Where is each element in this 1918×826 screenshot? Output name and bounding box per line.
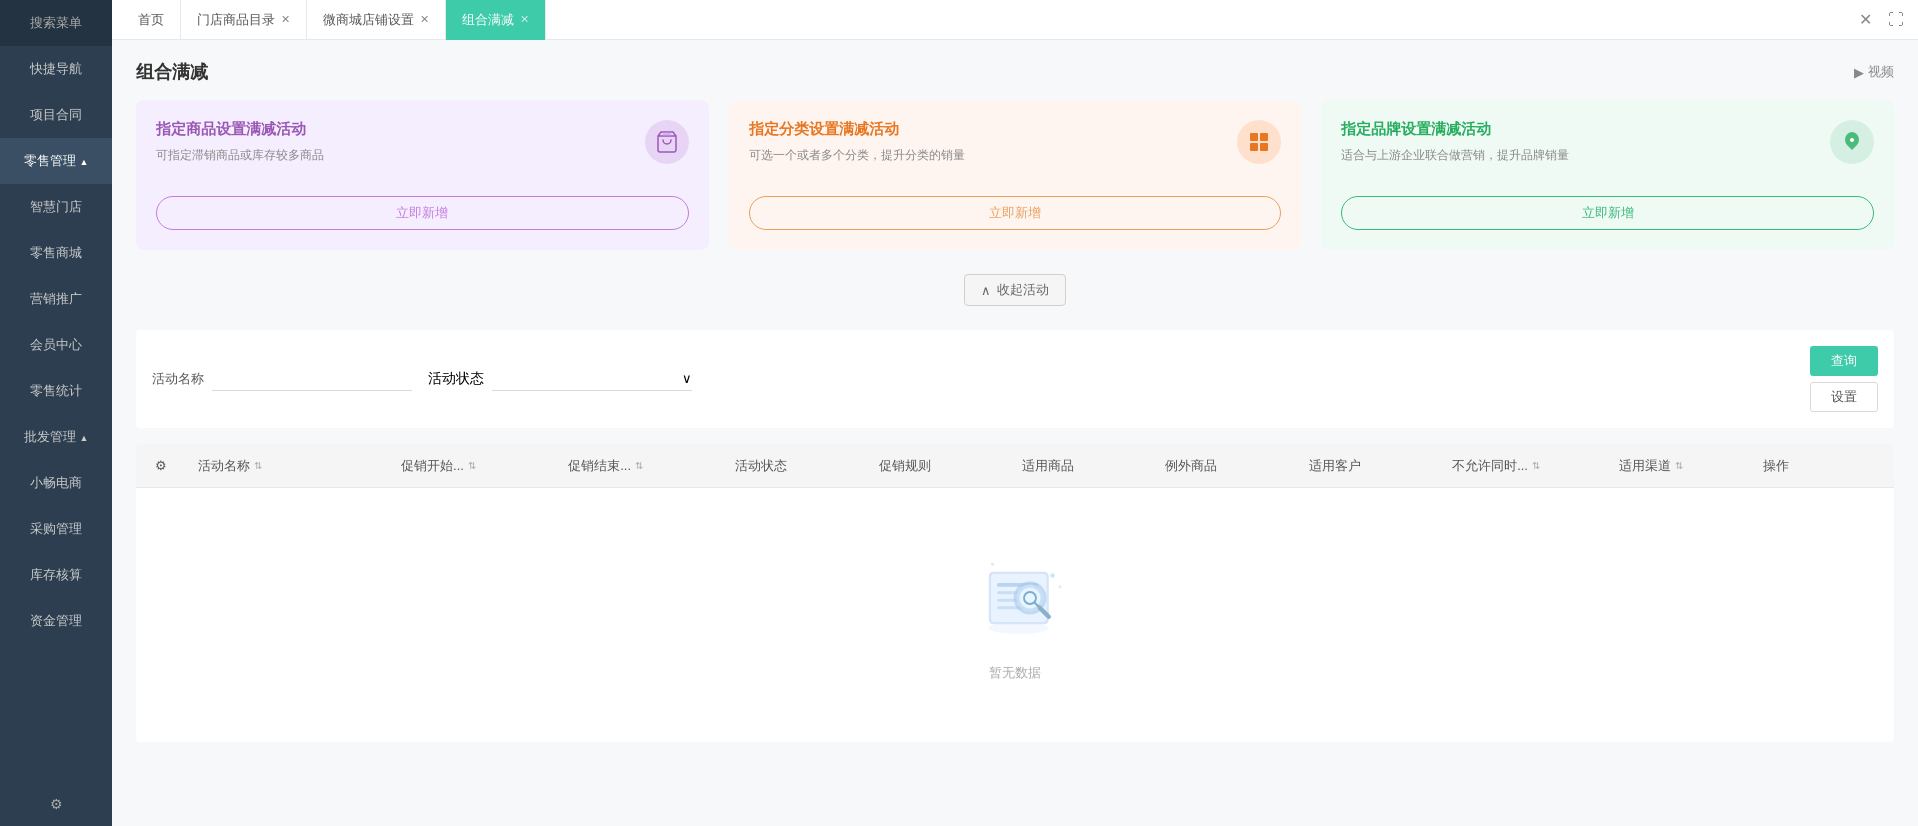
th-applicable-customer: 适用客户 [1297,457,1440,475]
th-settings[interactable]: ⚙ [136,458,186,473]
th-activity-name[interactable]: 活动名称 ⇅ [186,457,389,475]
table-header: ⚙ 活动名称 ⇅ 促销开始... ⇅ 促销结束... ⇅ 活动状态 [136,444,1894,488]
close-window-button[interactable]: ✕ [1855,6,1876,33]
sort-icon-start: ⇅ [468,460,476,471]
goods-card-icon [645,120,689,164]
settings-button[interactable]: 设置 [1810,382,1878,412]
th-promo-rule: 促销规则 [867,457,1010,475]
brand-card-icon [1830,120,1874,164]
th-not-allow-simultaneous[interactable]: 不允许同时... ⇅ [1440,457,1607,475]
sidebar-settings[interactable]: ⚙ [0,782,112,826]
video-link[interactable]: ▶ 视频 [1854,63,1894,81]
sidebar-item-retail-management[interactable]: 零售管理 [0,138,112,184]
tab-home[interactable]: 首页 [122,0,181,40]
svg-rect-3 [1250,143,1258,151]
brand-activity-card: 指定品牌设置满减活动 适合与上游企业联合做营销，提升品牌销量 立即新增 [1321,100,1894,250]
tab-mini-store-settings[interactable]: 微商城店铺设置 ✕ [307,0,446,40]
svg-rect-1 [1250,133,1258,141]
svg-point-19 [1050,573,1055,578]
collapse-bar: ∧ 收起活动 [136,266,1894,314]
sidebar-item-inventory[interactable]: 库存核算 [0,552,112,598]
th-except-goods: 例外商品 [1153,457,1296,475]
sort-icon-notallow: ⇅ [1532,460,1540,471]
category-card-desc: 可选一个或者多个分类，提升分类的销量 [749,147,1282,184]
goods-card-add-button[interactable]: 立即新增 [156,196,689,230]
activity-status-label: 活动状态 [428,370,484,388]
query-button[interactable]: 查询 [1810,346,1878,376]
tab-bar: 首页 门店商品目录 ✕ 微商城店铺设置 ✕ 组合满减 ✕ ✕ ⛶ [112,0,1918,40]
th-action: 操作 [1751,457,1894,475]
select-chevron-icon: ∨ [682,371,692,386]
content-area: 组合满减 ▶ 视频 指定商品设置满减活动 可指定滞销商品或库存较多商品 立即新增 [112,40,1918,826]
sidebar-item-retail-mall[interactable]: 零售商城 [0,230,112,276]
search-area: 活动名称 活动状态 ∨ 查询 设置 [136,330,1894,428]
svg-rect-4 [1260,143,1268,151]
th-applicable-goods: 适用商品 [1010,457,1153,475]
svg-point-21 [991,563,994,566]
sort-icon-end: ⇅ [635,460,643,471]
table-settings-icon: ⚙ [155,458,167,473]
sort-icon-channel: ⇅ [1675,460,1683,471]
tab-close-mini-store[interactable]: ✕ [420,13,429,26]
brand-card-add-button[interactable]: 立即新增 [1341,196,1874,230]
goods-card-title: 指定商品设置满减活动 [156,120,689,139]
activity-name-field: 活动名称 [152,367,412,391]
svg-rect-2 [1260,133,1268,141]
activity-status-field: 活动状态 ∨ [428,367,692,391]
tab-close-combo-discount[interactable]: ✕ [520,13,529,26]
collapse-activity-button[interactable]: ∧ 收起活动 [964,274,1066,306]
collapse-icon: ∧ [981,283,991,298]
sidebar-item-finance[interactable]: 资金管理 [0,598,112,644]
svg-point-5 [1850,138,1854,142]
video-icon: ▶ [1854,65,1864,80]
sidebar: 搜索菜单 快捷导航 项目合同 零售管理 智慧门店 零售商城 营销推广 会员中心 … [0,0,112,826]
empty-text: 暂无数据 [989,664,1041,682]
page-header: 组合满减 ▶ 视频 [136,60,1894,84]
tab-actions: ✕ ⛶ [1855,6,1908,33]
brand-card-title: 指定品牌设置满减活动 [1341,120,1874,139]
category-card-title: 指定分类设置满减活动 [749,120,1282,139]
sidebar-item-ecommerce[interactable]: 小畅电商 [0,460,112,506]
goods-card-desc: 可指定滞销商品或库存较多商品 [156,147,689,184]
tab-store-catalog[interactable]: 门店商品目录 ✕ [181,0,307,40]
th-promo-end[interactable]: 促销结束... ⇅ [556,457,723,475]
table-container: ⚙ 活动名称 ⇅ 促销开始... ⇅ 促销结束... ⇅ 活动状态 [136,444,1894,742]
sidebar-item-purchase[interactable]: 采购管理 [0,506,112,552]
empty-illustration [955,548,1075,648]
search-buttons: 查询 设置 [1810,346,1878,412]
sort-icon-name: ⇅ [254,460,262,471]
sidebar-item-project-contract[interactable]: 项目合同 [0,92,112,138]
fullscreen-button[interactable]: ⛶ [1884,7,1908,33]
activity-name-input[interactable] [212,367,412,391]
svg-rect-0 [663,132,671,136]
svg-point-20 [1059,585,1062,588]
th-applicable-channel[interactable]: 适用渠道 ⇅ [1607,457,1750,475]
empty-state: 暂无数据 [136,488,1894,742]
page-title: 组合满减 [136,60,208,84]
activity-name-label: 活动名称 [152,370,204,388]
activity-status-select[interactable]: ∨ [492,367,692,391]
brand-card-desc: 适合与上游企业联合做营销，提升品牌销量 [1341,147,1874,184]
th-activity-status: 活动状态 [723,457,866,475]
sidebar-item-wholesale[interactable]: 批发管理 [0,414,112,460]
sidebar-item-retail-stats[interactable]: 零售统计 [0,368,112,414]
activity-cards: 指定商品设置满减活动 可指定滞销商品或库存较多商品 立即新增 指定分类设置满减活… [136,100,1894,250]
category-card-add-button[interactable]: 立即新增 [749,196,1282,230]
sidebar-item-marketing[interactable]: 营销推广 [0,276,112,322]
goods-activity-card: 指定商品设置满减活动 可指定滞销商品或库存较多商品 立即新增 [136,100,709,250]
sidebar-item-smart-store[interactable]: 智慧门店 [0,184,112,230]
tab-close-store-catalog[interactable]: ✕ [281,13,290,26]
sidebar-item-member-center[interactable]: 会员中心 [0,322,112,368]
sidebar-item-quick-nav[interactable]: 快捷导航 [0,46,112,92]
tab-combo-discount[interactable]: 组合满减 ✕ [446,0,546,40]
main-area: 首页 门店商品目录 ✕ 微商城店铺设置 ✕ 组合满减 ✕ ✕ ⛶ 组合满减 ▶ … [112,0,1918,826]
sidebar-search[interactable]: 搜索菜单 [0,0,112,46]
category-activity-card: 指定分类设置满减活动 可选一个或者多个分类，提升分类的销量 立即新增 [729,100,1302,250]
th-promo-start[interactable]: 促销开始... ⇅ [389,457,556,475]
